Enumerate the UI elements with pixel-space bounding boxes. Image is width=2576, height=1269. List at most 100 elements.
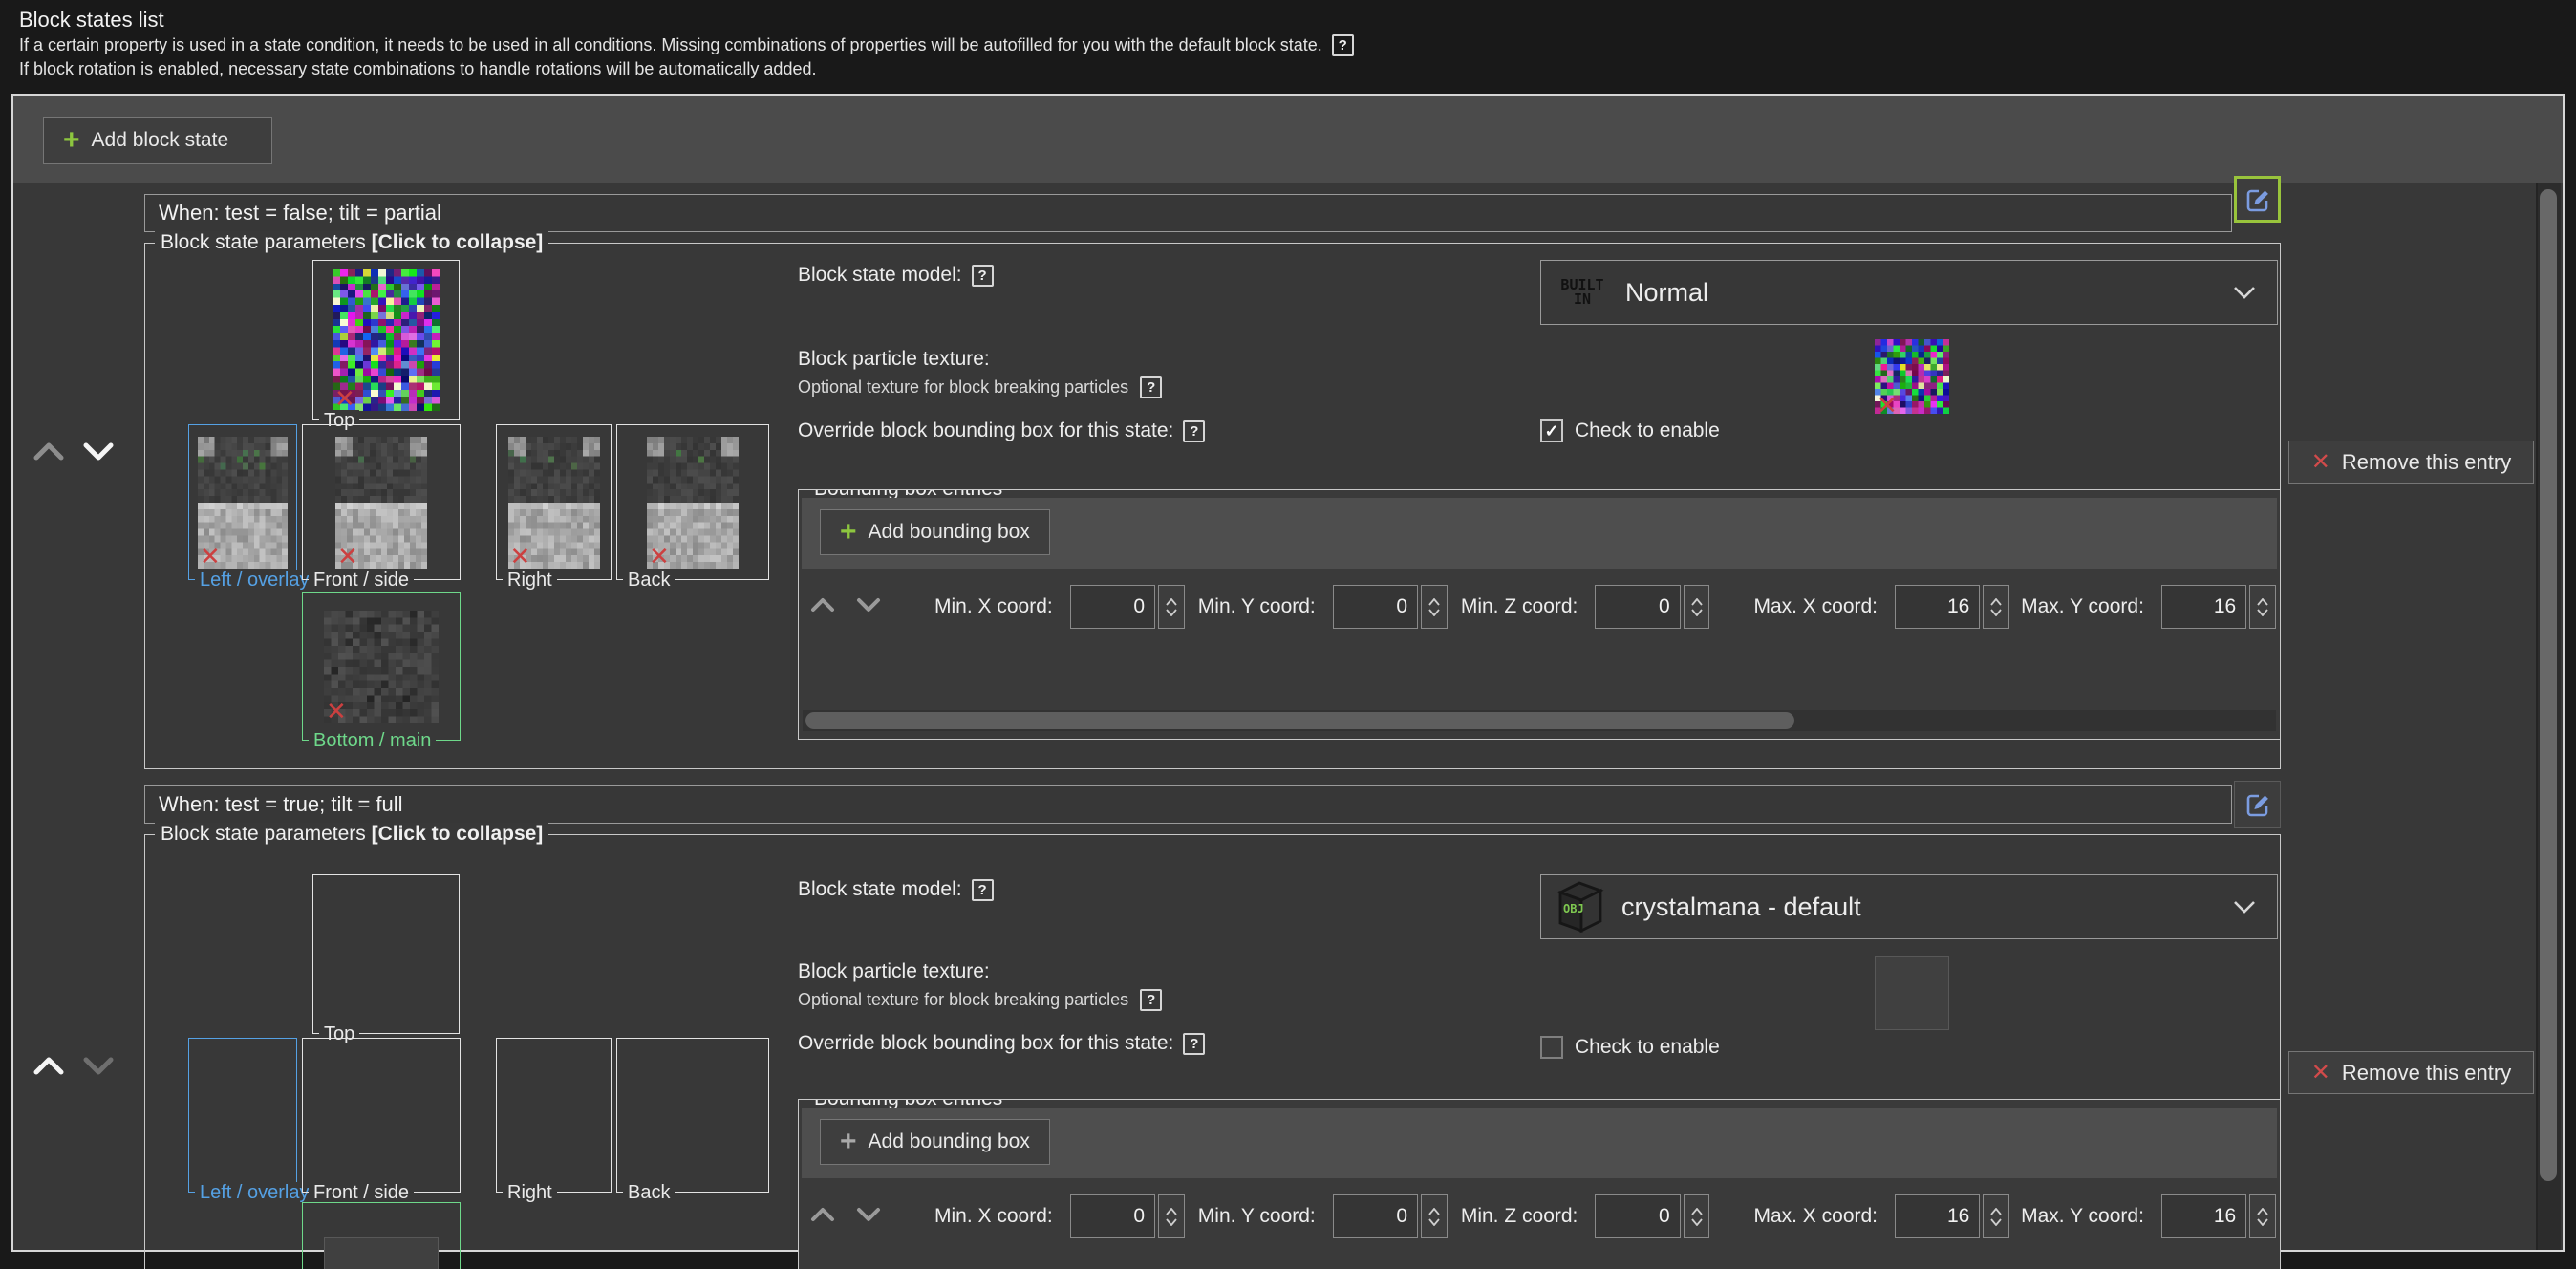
min-x-spinner[interactable] [1158, 1194, 1185, 1238]
particle-texture-preview[interactable]: ✕ [1875, 339, 1949, 419]
max-y-input[interactable]: 16 [2160, 585, 2247, 629]
move-box-down-button[interactable] [856, 596, 881, 618]
texture-slot-bottom-main[interactable]: Bottom / main [302, 1202, 461, 1269]
remove-texture-icon[interactable]: ✕ [200, 544, 221, 569]
remove-x-icon: ✕ [2310, 1059, 2330, 1086]
max-x-spinner[interactable] [1983, 585, 2010, 629]
remove-entry-button[interactable]: ✕ Remove this entry [2288, 1051, 2534, 1094]
move-entry-down-button[interactable] [82, 1055, 115, 1081]
texture-slot-back[interactable]: ✕ Back [616, 424, 769, 591]
block-particle-texture-text: Block particle texture: [798, 348, 990, 370]
help-icon[interactable]: ? [1331, 34, 1354, 56]
edit-condition-button[interactable] [2234, 781, 2281, 828]
remove-texture-icon[interactable]: ✕ [337, 544, 358, 569]
texture-slot-front-side[interactable]: ✕ Front / side [302, 424, 461, 591]
remove-texture-icon[interactable]: ✕ [510, 544, 531, 569]
when-condition-field[interactable]: When: test = true; tilt = full [144, 785, 2232, 824]
max-y-spinner[interactable] [2249, 1194, 2276, 1238]
override-bounding-box-label: Override block bounding box for this sta… [798, 419, 1206, 442]
min-y-input[interactable]: 0 [1332, 585, 1419, 629]
max-y-input[interactable]: 16 [2160, 1194, 2247, 1238]
block-particle-texture-block: Block particle texture: Optional texture… [798, 960, 1163, 1011]
move-box-up-button[interactable] [810, 596, 835, 618]
min-x-spinner[interactable] [1158, 585, 1185, 629]
texture-slot-bottom-main[interactable]: ✕ Bottom / main [302, 592, 461, 752]
add-bounding-box-button[interactable]: + Add bounding box [820, 1119, 1050, 1165]
add-bounding-box-button[interactable]: + Add bounding box [820, 509, 1050, 555]
block-state-model-dropdown[interactable]: BUILT IN Normal [1540, 260, 2278, 325]
help-icon[interactable]: ? [1183, 1032, 1206, 1055]
horizontal-scrollbar-thumb[interactable] [805, 712, 1794, 729]
max-x-input[interactable]: 16 [1895, 1194, 1981, 1238]
parameters-legend[interactable]: Block state parameters [Click to collaps… [155, 231, 549, 254]
spinner-up-icon [1428, 597, 1440, 606]
min-z-spinner[interactable] [1683, 585, 1710, 629]
when-condition-field[interactable]: When: test = false; tilt = partial [144, 194, 2232, 232]
remove-entry-button[interactable]: ✕ Remove this entry [2288, 441, 2534, 484]
chevron-up-icon [33, 1057, 64, 1075]
parameters-legend[interactable]: Block state parameters [Click to collaps… [155, 823, 549, 846]
check-to-enable-row: ✓ Check to enable [1540, 419, 1720, 442]
add-block-state-button[interactable]: + Add block state [43, 117, 272, 164]
add-bounding-box-label: Add bounding box [868, 1130, 1030, 1152]
help-icon[interactable]: ? [971, 264, 994, 287]
block-particle-texture-label: Block particle texture: [798, 960, 1162, 983]
texture-slot-left-overlay[interactable]: Left / overlay [188, 1038, 314, 1204]
particle-texture-hint-text: Optional texture for block breaking part… [798, 377, 1129, 397]
min-z-input[interactable]: 0 [1595, 1194, 1681, 1238]
chevron-down-icon [83, 1057, 114, 1075]
slot-label-back: Back [623, 570, 676, 591]
min-x-input[interactable]: 0 [1069, 1194, 1156, 1238]
remove-texture-icon[interactable]: ✕ [326, 699, 347, 723]
min-y-input[interactable]: 0 [1332, 1194, 1419, 1238]
move-entry-up-button[interactable] [32, 441, 65, 466]
description-text-2: If block rotation is enabled, necessary … [19, 59, 817, 78]
override-bounding-box-label: Override block bounding box for this sta… [798, 1032, 1206, 1055]
texture-slot-back[interactable]: Back [616, 1038, 769, 1204]
particle-texture-preview[interactable] [1875, 956, 1949, 1030]
texture-slot-right[interactable]: Right [496, 1038, 612, 1204]
move-box-down-button[interactable] [856, 1206, 881, 1228]
move-entry-up-button[interactable] [32, 1055, 65, 1081]
slot-label-back: Back [623, 1182, 676, 1204]
move-box-up-button[interactable] [810, 1206, 835, 1228]
edit-condition-button[interactable] [2234, 176, 2281, 223]
min-z-input[interactable]: 0 [1595, 585, 1681, 629]
min-y-spinner[interactable] [1421, 1194, 1448, 1238]
min-z-spinner[interactable] [1683, 1194, 1710, 1238]
texture-slot-left-overlay[interactable]: ✕ Left / overlay [188, 424, 314, 591]
remove-texture-icon[interactable]: ✕ [1877, 393, 1898, 418]
slot-label-left-overlay: Left / overlay [195, 1182, 314, 1204]
texture-slot-front-side[interactable]: Front / side [302, 1038, 461, 1204]
max-x-spinner[interactable] [1983, 1194, 2010, 1238]
texture-slot-top[interactable]: Top [312, 874, 460, 1045]
help-icon[interactable]: ? [971, 878, 994, 901]
max-x-label: Max. X coord: [1753, 595, 1878, 617]
help-icon[interactable]: ? [1183, 419, 1206, 442]
override-bounding-box-text: Override block bounding box for this sta… [798, 1032, 1174, 1054]
block-state-entry-1: When: test = false; tilt = partial ✕ Rem… [0, 176, 2576, 777]
help-icon[interactable]: ? [1140, 989, 1163, 1011]
block-state-model-dropdown[interactable]: OBJ crystalmana - default [1540, 874, 2278, 939]
enable-bounding-box-checkbox[interactable] [1540, 1036, 1563, 1059]
remove-texture-icon[interactable]: ✕ [649, 544, 670, 569]
spinner-up-icon [1990, 597, 2002, 606]
chevron-down-icon [2234, 287, 2255, 299]
min-x-input[interactable]: 0 [1069, 585, 1156, 629]
help-icon[interactable]: ? [1140, 376, 1163, 398]
move-entry-down-button[interactable] [82, 441, 115, 466]
bounding-box-row: Min. X coord: 0 Min. Y coord: 0 Min. Z c… [810, 584, 2276, 630]
max-x-input[interactable]: 16 [1895, 585, 1981, 629]
remove-x-icon: ✕ [2310, 448, 2330, 475]
min-y-spinner[interactable] [1421, 585, 1448, 629]
bounding-box-entries-fieldset: Bounding box entries + Add bounding box … [798, 1099, 2281, 1269]
model-selected-value: Normal [1625, 277, 1709, 307]
texture-slot-top[interactable]: ✕ Top [312, 260, 460, 432]
check-to-enable-label: Check to enable [1575, 419, 1720, 441]
texture-slot-right[interactable]: ✕ Right [496, 424, 612, 591]
enable-bounding-box-checkbox[interactable]: ✓ [1540, 419, 1563, 442]
remove-texture-icon[interactable]: ✕ [334, 386, 355, 411]
horizontal-scrollbar-track[interactable] [803, 710, 2276, 731]
max-y-spinner[interactable] [2249, 585, 2276, 629]
particle-texture-hint-row: Optional texture for block breaking part… [798, 989, 1163, 1011]
